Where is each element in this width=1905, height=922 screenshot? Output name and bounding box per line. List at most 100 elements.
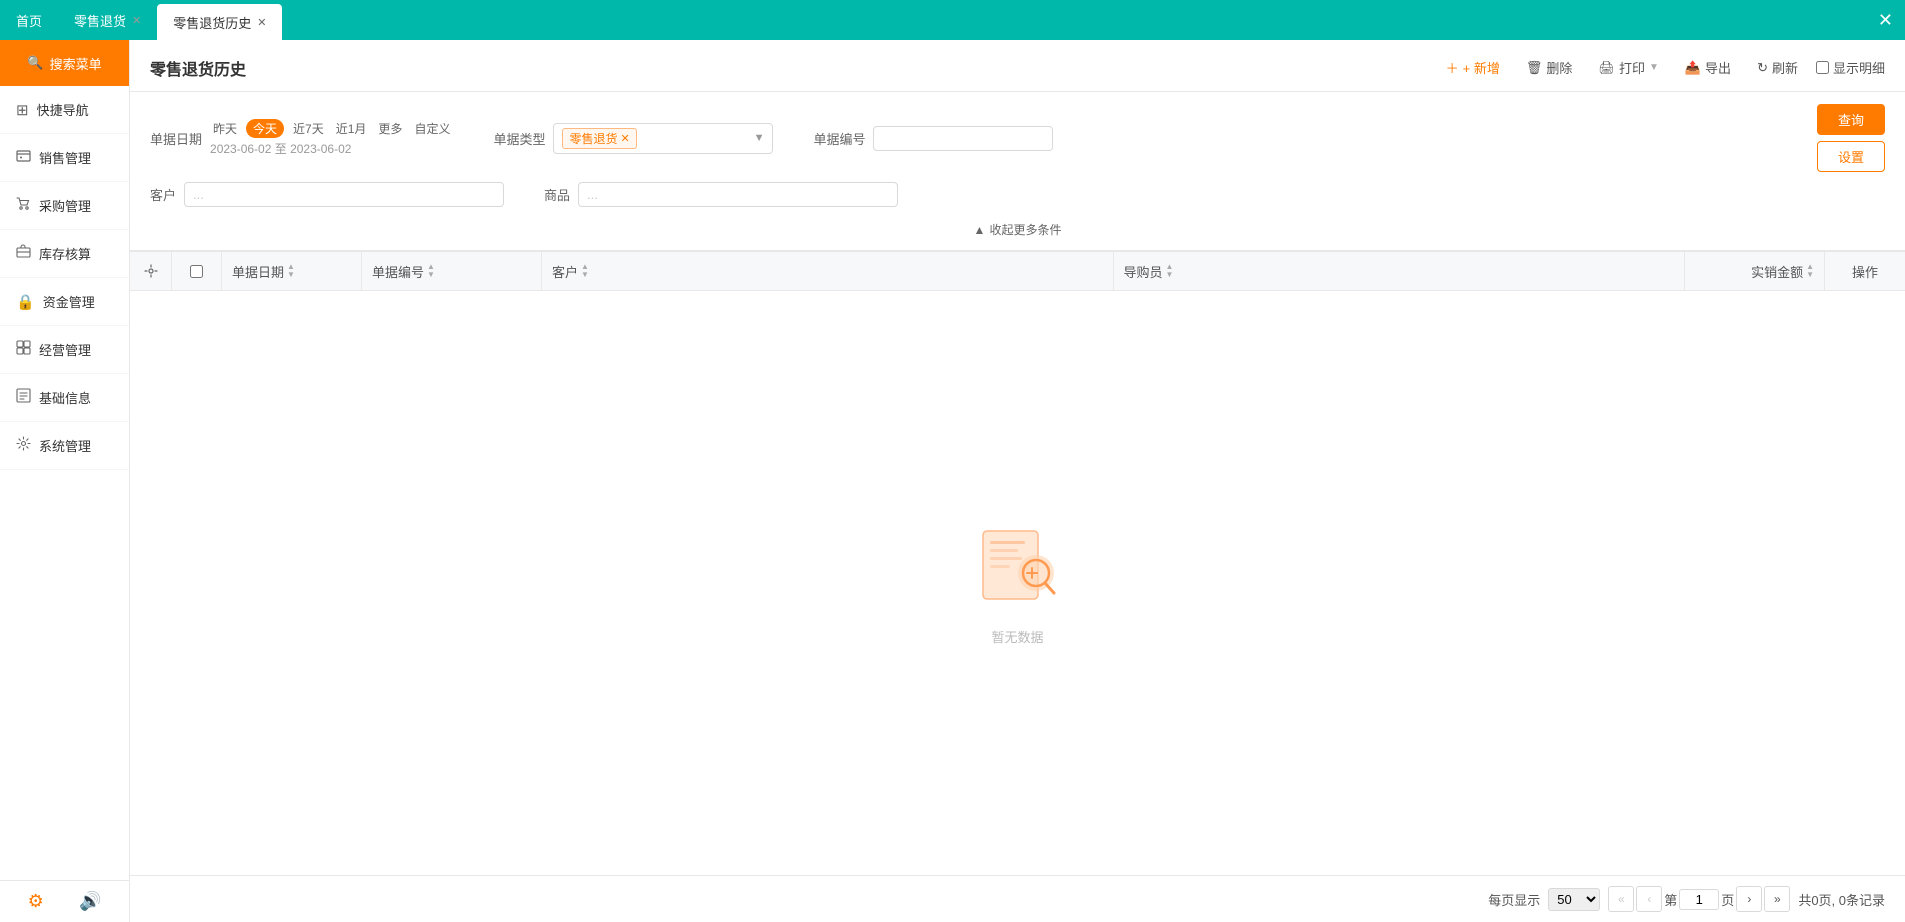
sidebar-item-quick-nav[interactable]: ⊞ 快捷导航 [0,86,129,134]
th-customer-sort[interactable]: 客户 ▲▼ [552,262,589,281]
th-guide[interactable]: 导购员 ▲▼ [1114,252,1686,290]
doc-type-select[interactable]: 零售退货 ✕ ▼ [553,123,773,154]
th-docno-sort[interactable]: 单据编号 ▲▼ [372,262,435,281]
new-label: + 新增 [1463,58,1500,77]
per-page-select[interactable]: 50 10 20 100 [1548,888,1600,911]
th-settings[interactable] [130,252,172,290]
sidebar-item-purchase[interactable]: 采购管理 [0,182,129,230]
page-header: 零售退货历史 ＋ + 新增 🗑 删除 🖨 打印 ▼ 📤 导出 [130,40,1905,92]
date-shortcut-7days[interactable]: 近7天 [290,119,327,138]
date-shortcut-today[interactable]: 今天 [246,119,284,138]
business-icon [16,340,31,359]
th-amount-sort[interactable]: 实销金额 ▲▼ [1751,262,1814,281]
doc-type-dropdown-icon: ▼ [754,132,765,144]
refresh-button[interactable]: ↻ 刷新 [1749,54,1806,81]
sidebar-item-basic-info[interactable]: 基础信息 [0,374,129,422]
goods-input[interactable]: ... [578,182,898,207]
th-operation: 操作 [1825,252,1905,290]
doc-type-tag-text: 零售退货 [569,130,617,147]
print-icon: 🖨 [1598,60,1615,76]
filter-date-group: 昨天 今天 近7天 近1月 更多 自定义 2023-06-02 至 2023-0… [210,119,453,157]
select-all-checkbox[interactable] [190,265,203,278]
settings-bottom-icon[interactable]: ⚙ [28,891,44,912]
th-guide-label: 导购员 [1124,262,1163,281]
th-amount[interactable]: 实销金额 ▲▼ [1685,252,1825,290]
tab-home[interactable]: 首页 [0,0,58,40]
display-detail-label: 显示明细 [1833,58,1885,77]
tab-retail-return-history[interactable]: 零售退货历史 ✕ [157,4,282,40]
print-button[interactable]: 🖨 打印 ▼ [1590,54,1666,81]
main-layout: 🔍 搜索菜单 ⊞ 快捷导航 销售管理 采购管理 [0,40,1905,922]
export-button[interactable]: 📤 导出 [1677,54,1739,81]
empty-text: 暂无数据 [991,627,1043,646]
th-date-sort[interactable]: 单据日期 ▲▼ [232,262,295,281]
date-shortcut-1month[interactable]: 近1月 [333,119,370,138]
quick-nav-icon: ⊞ [16,101,29,119]
sidebar-search[interactable]: 🔍 搜索菜单 [0,40,129,86]
display-detail-check[interactable] [1816,61,1829,74]
tab-retail-return[interactable]: 零售退货 ✕ [58,0,157,40]
display-detail-checkbox[interactable]: 显示明细 [1816,58,1885,77]
print-arrow-icon: ▼ [1649,62,1659,73]
next-page-button[interactable]: › [1736,886,1762,912]
doc-type-tag-close[interactable]: ✕ [620,132,629,145]
tab-retail-return-close[interactable]: ✕ [132,14,141,27]
export-label: 导出 [1705,58,1731,77]
date-shortcut-yesterday[interactable]: 昨天 [210,119,240,138]
print-label: 打印 [1619,58,1645,77]
tab-retail-return-history-close[interactable]: ✕ [257,16,266,29]
sales-icon [16,148,31,167]
date-shortcut-more[interactable]: 更多 [375,119,405,138]
first-page-button[interactable]: « [1608,886,1634,912]
collapse-label: 收起更多条件 [989,221,1061,238]
delete-button[interactable]: 🗑 删除 [1518,54,1581,81]
sidebar-item-inventory-label: 库存核算 [39,244,91,263]
table-header: 单据日期 ▲▼ 单据编号 ▲▼ 客户 ▲▼ [130,251,1905,291]
window-close-button[interactable]: ✕ [1878,10,1893,31]
finance-icon: 🔒 [16,293,35,311]
filter-docno-label: 单据编号 [813,129,865,148]
last-page-button[interactable]: » [1764,886,1790,912]
prev-page-button[interactable]: ‹ [1636,886,1662,912]
customer-placeholder: ... [193,187,204,202]
page-input[interactable] [1679,889,1719,910]
table-area: 单据日期 ▲▼ 单据编号 ▲▼ 客户 ▲▼ [130,251,1905,922]
filter-row-2: 客户 ... 商品 ... [150,182,1885,207]
query-button[interactable]: 查询 [1817,104,1885,135]
sidebar-item-finance[interactable]: 🔒 资金管理 [0,278,129,326]
th-date[interactable]: 单据日期 ▲▼ [222,252,362,290]
th-guide-sort[interactable]: 导购员 ▲▼ [1124,262,1174,281]
filter-customer-label: 客户 [150,185,176,204]
page-title: 零售退货历史 [150,56,246,80]
basic-info-icon [16,388,31,407]
volume-bottom-icon[interactable]: 🔊 [79,891,101,912]
new-button[interactable]: ＋ + 新增 [1438,54,1508,81]
sidebar-item-sales[interactable]: 销售管理 [0,134,129,182]
delete-icon: 🗑 [1526,60,1543,76]
th-docno[interactable]: 单据编号 ▲▼ [362,252,542,290]
pagination: 每页显示 50 10 20 100 « ‹ 第 页 › » 共0页, 0条记录 [130,875,1905,922]
sidebar-item-system[interactable]: 系统管理 [0,422,129,470]
th-date-label: 单据日期 [232,262,284,281]
th-checkbox[interactable] [172,252,222,290]
docno-sort-icon: ▲▼ [427,263,435,279]
system-icon [16,436,31,455]
topbar: 首页 零售退货 ✕ 零售退货历史 ✕ ✕ [0,0,1905,40]
sidebar-item-inventory[interactable]: 库存核算 [0,230,129,278]
empty-illustration [968,521,1068,611]
doc-type-tag: 零售退货 ✕ [562,128,636,149]
filter-settings-button[interactable]: 设置 [1817,141,1885,172]
sidebar-item-basic-info-label: 基础信息 [39,388,91,407]
collapse-button[interactable]: ▲ 收起更多条件 [962,217,1074,242]
filter-actions: 查询 设置 [1797,104,1885,172]
date-shortcut-custom[interactable]: 自定义 [411,119,453,138]
goods-placeholder: ... [587,187,598,202]
customer-input[interactable]: ... [184,182,504,207]
filter-doctype-label: 单据类型 [493,129,545,148]
purchase-icon [16,196,31,215]
doc-no-input[interactable] [873,126,1053,151]
filter-customer-item: 客户 ... [150,182,504,207]
th-customer[interactable]: 客户 ▲▼ [542,252,1114,290]
sidebar-item-business[interactable]: 经营管理 [0,326,129,374]
sidebar-item-system-label: 系统管理 [39,436,91,455]
